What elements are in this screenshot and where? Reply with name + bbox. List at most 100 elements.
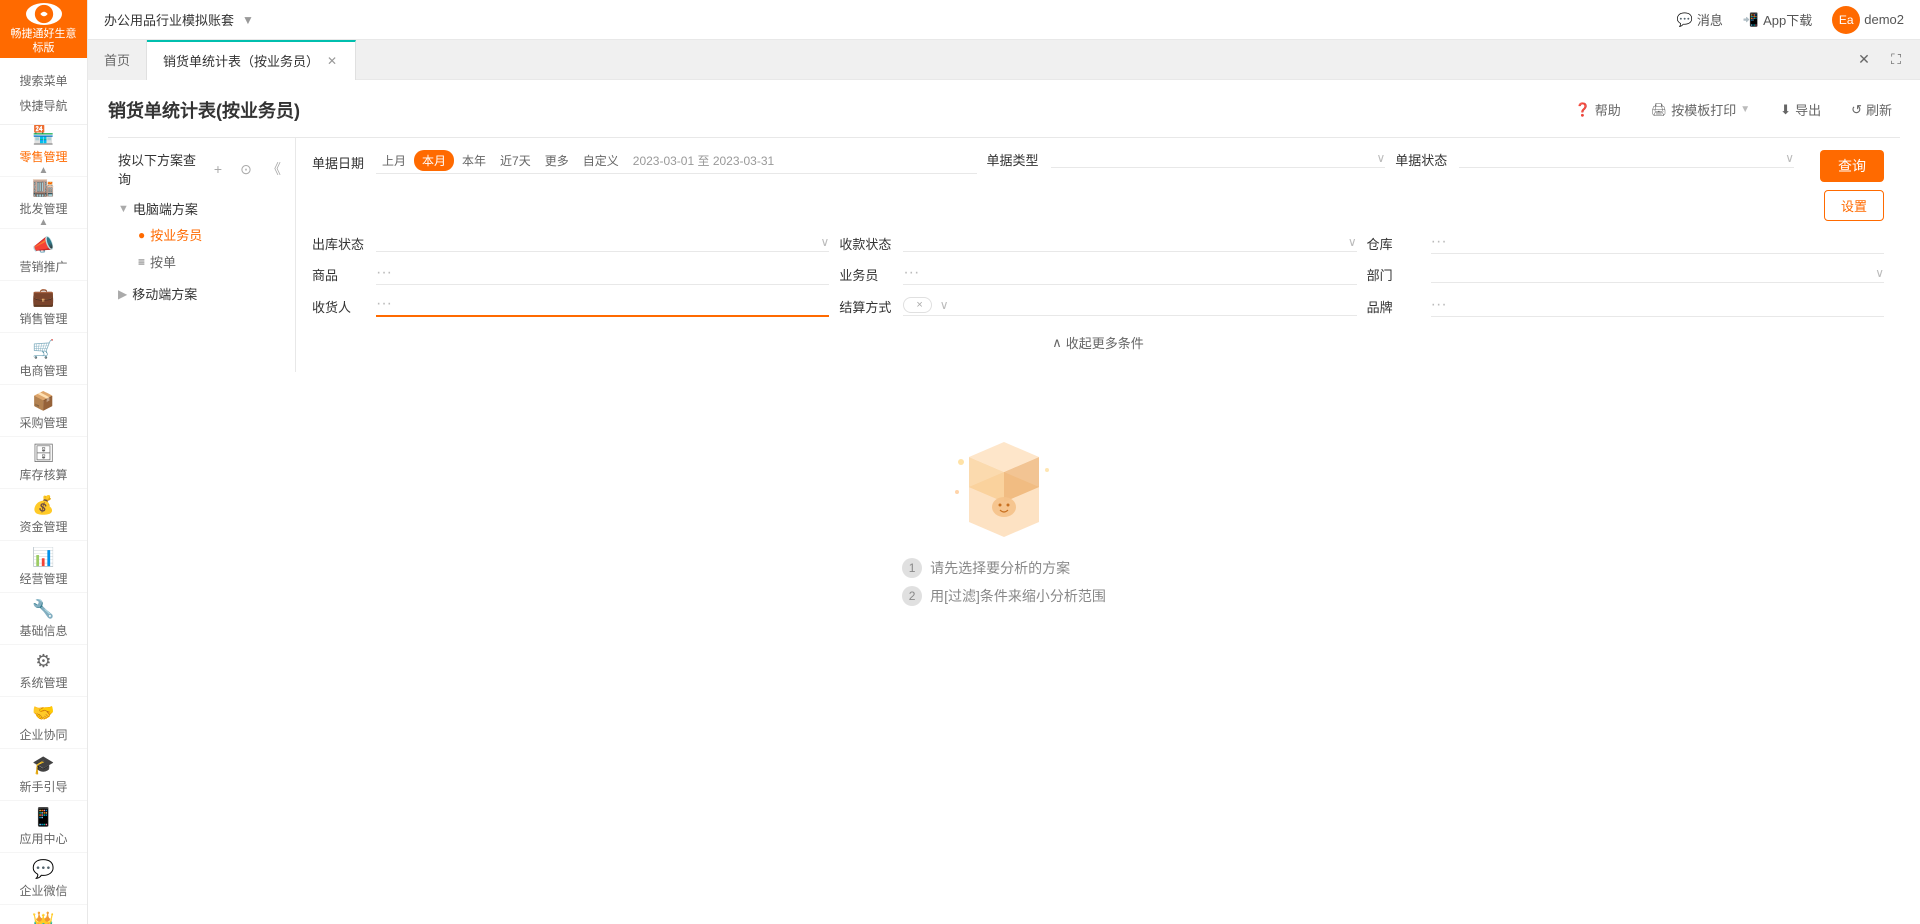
filter-doctype-item: 单据类型 ∨ xyxy=(987,150,1386,169)
goods-label: 商品 xyxy=(312,265,368,284)
sidebar-item-system[interactable]: ⚙ 系统管理 xyxy=(0,645,87,697)
sidebar-item-inventory[interactable]: 🗄 库存核算 xyxy=(0,437,87,489)
tab-close-all-button[interactable]: ✕ xyxy=(1852,48,1876,72)
collapse-label: 收起更多条件 xyxy=(1066,333,1144,352)
doc-status-wrap[interactable]: ∨ xyxy=(1459,151,1794,168)
export-icon: ⬇ xyxy=(1780,102,1791,118)
sidebar-item-wholesale[interactable]: 🏬 批发管理 ▲ xyxy=(0,177,87,229)
date-more[interactable]: 更多 xyxy=(539,150,575,171)
filter-brand-item: 品牌 ··· xyxy=(1367,296,1884,317)
operation-icon: 📊 xyxy=(32,547,54,568)
tab-sales-stat[interactable]: 销货单统计表（按业务员） ✕ xyxy=(147,40,356,80)
tab-home[interactable]: 首页 xyxy=(88,40,147,80)
sidebar-item-ecom[interactable]: 🛒 电商管理 xyxy=(0,333,87,385)
sidebar-item-basic[interactable]: 🔧 基础信息 xyxy=(0,593,87,645)
recv-status-select[interactable]: ∨ xyxy=(903,235,1356,249)
recv-status-wrap[interactable]: ∨ xyxy=(903,235,1356,252)
payment-tag-close[interactable]: × xyxy=(916,299,922,311)
warehouse-wrap: ··· xyxy=(1431,233,1884,254)
wechat-icon: 💬 xyxy=(32,859,54,880)
tab-close-button[interactable]: ✕ xyxy=(325,52,339,70)
date-this-year[interactable]: 本年 xyxy=(456,150,492,171)
marketing-icon: 📣 xyxy=(32,235,54,256)
brand-dots[interactable]: ··· xyxy=(1431,296,1447,314)
retail-icon: 🏪 xyxy=(32,125,54,146)
receiver-wrap: ··· xyxy=(376,295,829,317)
filter-docstatus-item: 单据状态 ∨ xyxy=(1395,150,1794,169)
dept-wrap[interactable]: ∨ xyxy=(1431,266,1884,283)
date-last-7[interactable]: 近7天 xyxy=(494,150,537,171)
settings-button[interactable]: 设置 xyxy=(1824,190,1884,221)
wholesale-icon: 🏬 xyxy=(32,177,54,198)
warehouse-dots[interactable]: ··· xyxy=(1431,233,1447,251)
print-button[interactable]: 🖨 按模板打印 ▼ xyxy=(1643,96,1758,123)
sidebar-item-operation[interactable]: 📊 经营管理 xyxy=(0,541,87,593)
refresh-icon: ↺ xyxy=(1851,102,1862,118)
collapse-scheme-button[interactable]: 《 xyxy=(263,158,285,180)
sidebar-item-marketing[interactable]: 📣 营销推广 xyxy=(0,229,87,281)
scheme-pc-toggle[interactable]: ▼ 电脑端方案 xyxy=(118,196,285,221)
date-this-month[interactable]: 本月 xyxy=(414,150,454,171)
goods-dots[interactable]: ··· xyxy=(376,264,392,282)
dept-label: 部门 xyxy=(1367,265,1423,284)
sidebar-item-newbie[interactable]: 🎓 新手引导 xyxy=(0,749,87,801)
payment-tag: × xyxy=(903,297,931,313)
doc-status-chevron: ∨ xyxy=(1785,151,1794,165)
receiver-dots[interactable]: ··· xyxy=(376,295,392,313)
empty-step-1: 1 请先选择要分析的方案 xyxy=(902,558,1070,578)
sidebar-item-purchase[interactable]: 📦 采购管理 xyxy=(0,385,87,437)
receiver-label: 收货人 xyxy=(312,297,368,316)
topbar-right: 💬 消息 📲 App下载 Ea demo2 xyxy=(1677,6,1904,34)
query-action-buttons: 查询 设置 xyxy=(1804,150,1884,221)
salesperson-label: 业务员 xyxy=(839,265,895,284)
out-status-label: 出库状态 xyxy=(312,234,368,253)
filter-goods-item: 商品 ··· xyxy=(312,264,829,285)
doc-status-label: 单据状态 xyxy=(1395,150,1451,169)
empty-state: 1 请先选择要分析的方案 2 用[过滤]条件来缩小分析范围 xyxy=(108,372,1900,646)
filter-left-icons: + ⊙ 《 xyxy=(207,158,285,180)
payment-wrap: × ∨ xyxy=(903,297,1356,316)
topbar-dropdown-arrow[interactable]: ▼ xyxy=(242,13,254,27)
out-status-wrap[interactable]: ∨ xyxy=(376,235,829,252)
recv-status-chevron: ∨ xyxy=(1348,235,1357,249)
filter-layout: 按以下方案查询 + ⊙ 《 ▼ 电脑端方案 ● xyxy=(108,137,1900,372)
brand-label: 品牌 xyxy=(1367,297,1423,316)
out-status-select[interactable]: ∨ xyxy=(376,235,829,249)
export-button[interactable]: ⬇ 导出 xyxy=(1772,96,1829,123)
salesperson-dots[interactable]: ··· xyxy=(903,264,919,282)
shortcut-nav-item[interactable]: 快捷导航 xyxy=(19,93,67,118)
ecom-icon: 🛒 xyxy=(32,339,54,360)
scheme-sub-order[interactable]: ≡ 按单 xyxy=(118,248,285,275)
query-button[interactable]: 查询 xyxy=(1820,150,1884,182)
sidebar-item-appcenter[interactable]: 📱 应用中心 xyxy=(0,801,87,853)
filter-recvstatus-item: 收款状态 ∨ xyxy=(839,234,1356,253)
sidebar-item-member[interactable]: 👑 畅会员 xyxy=(0,905,87,924)
date-last-month[interactable]: 上月 xyxy=(376,150,412,171)
sidebar-item-finance[interactable]: 💰 资金管理 xyxy=(0,489,87,541)
tabs-actions: ✕ ⛶ xyxy=(1852,48,1920,72)
collapse-bar[interactable]: ∧ 收起更多条件 xyxy=(312,327,1884,360)
dept-select[interactable]: ∨ xyxy=(1431,266,1884,280)
content-inner: 销货单统计表(按业务员) ❓ 帮助 🖨 按模板打印 ▼ ⬇ 导出 xyxy=(88,80,1920,924)
add-scheme-button[interactable]: + xyxy=(207,158,229,180)
edit-scheme-button[interactable]: ⊙ xyxy=(235,158,257,180)
sidebar-item-wechat[interactable]: 💬 企业微信 xyxy=(0,853,87,905)
doc-type-select[interactable]: ∨ xyxy=(1051,151,1386,165)
user-menu[interactable]: Ea demo2 xyxy=(1832,6,1904,34)
app-download-button[interactable]: 📲 App下载 xyxy=(1743,10,1812,29)
sidebar-item-retail[interactable]: 🏪 零售管理 ▲ xyxy=(0,125,87,177)
sidebar-item-enterprise[interactable]: 🤝 企业协同 xyxy=(0,697,87,749)
scheme-sub-salesperson[interactable]: ● 按业务员 xyxy=(118,221,285,248)
message-button[interactable]: 💬 消息 xyxy=(1677,10,1723,29)
search-menu-item[interactable]: 搜索菜单 xyxy=(19,68,67,93)
scheme-mobile-toggle[interactable]: ▶ 移动端方案 xyxy=(118,281,285,306)
doc-status-select[interactable]: ∨ xyxy=(1459,151,1794,165)
help-button[interactable]: ❓ 帮助 xyxy=(1567,96,1629,123)
doc-type-wrap[interactable]: ∨ xyxy=(1051,151,1386,168)
tab-fullscreen-button[interactable]: ⛶ xyxy=(1884,48,1908,72)
filter-left-title: 按以下方案查询 + ⊙ 《 xyxy=(118,150,285,188)
refresh-button[interactable]: ↺ 刷新 xyxy=(1843,96,1900,123)
date-custom[interactable]: 自定义 xyxy=(577,150,625,171)
system-icon: ⚙ xyxy=(35,651,51,672)
sidebar-item-sales[interactable]: 💼 销售管理 xyxy=(0,281,87,333)
